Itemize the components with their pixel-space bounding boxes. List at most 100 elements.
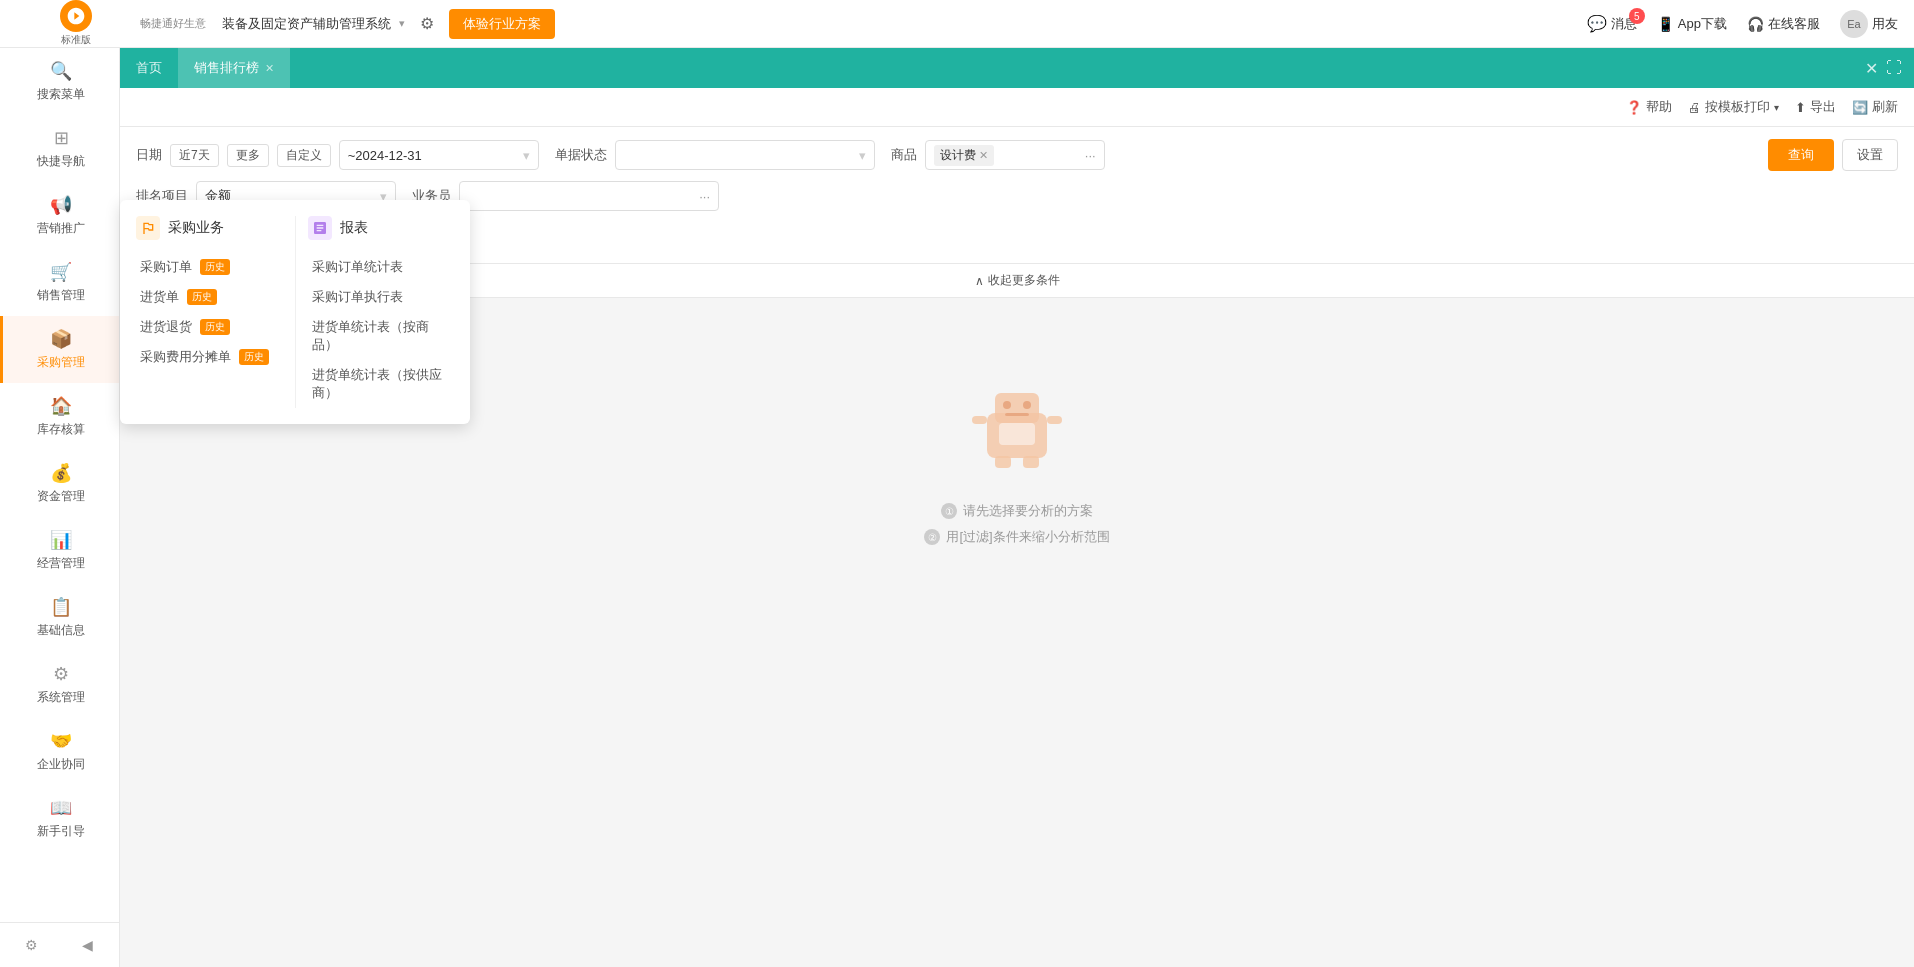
- sidebar-label-basic-info: 基础信息: [37, 622, 85, 639]
- operation-icon: 📊: [50, 529, 72, 551]
- svg-rect-6: [1047, 416, 1062, 424]
- report-section-icon: [308, 216, 332, 240]
- sales-icon: 🛒: [50, 261, 72, 283]
- goods-tag-close[interactable]: ✕: [979, 149, 988, 162]
- sidebar-item-quick-nav[interactable]: ⊞ 快捷导航: [0, 115, 119, 182]
- empty-hint-2: ② 用[过滤]条件来缩小分析范围: [924, 528, 1109, 546]
- action-buttons: 查询 设置: [1768, 139, 1898, 171]
- menu-item-purchase-order[interactable]: 采购订单 历史: [136, 252, 283, 282]
- date-input[interactable]: ~2024-12-31 ▾: [339, 140, 539, 170]
- tab-bar: 首页 销售排行榜 ✕ ✕ ⛶: [120, 48, 1914, 88]
- enterprise-icon: 🤝: [50, 730, 72, 752]
- svg-rect-7: [995, 456, 1011, 468]
- svg-rect-1: [995, 393, 1039, 423]
- purchase-dropdown-menu: 采购业务 采购订单 历史 进货单 历史 进货退货 历史 采购费用分摊单 历史: [120, 200, 470, 424]
- empty-illustration: [957, 378, 1077, 478]
- sidebar-item-inventory[interactable]: 🏠 库存核算: [0, 383, 119, 450]
- sidebar-collapse-btn[interactable]: ◀: [64, 931, 112, 959]
- menu-item-purchase-order-stat[interactable]: 采购订单统计表: [308, 252, 455, 282]
- menu-item-stock-in-stat-supplier[interactable]: 进货单统计表（按供应商）: [308, 360, 455, 408]
- message-action[interactable]: 💬 消息 5: [1587, 14, 1637, 33]
- title-dropdown[interactable]: ▾: [399, 17, 405, 30]
- tab-close-icon[interactable]: ✕: [265, 62, 274, 75]
- sidebar-item-system[interactable]: ⚙ 系统管理: [0, 651, 119, 718]
- system-settings-icon[interactable]: ⚙: [413, 10, 441, 38]
- sidebar-item-search[interactable]: 🔍 搜索菜单: [0, 48, 119, 115]
- export-action[interactable]: ⬆ 导出: [1795, 98, 1836, 116]
- sidebar-item-newbie[interactable]: 📖 新手引导: [0, 785, 119, 852]
- help-icon: ❓: [1626, 100, 1642, 115]
- purchase-expense-history-tag: 历史: [239, 349, 269, 365]
- print-label: 按模板打印: [1705, 98, 1770, 116]
- refresh-action[interactable]: 🔄 刷新: [1852, 98, 1898, 116]
- sidebar-item-operation[interactable]: 📊 经营管理: [0, 517, 119, 584]
- avatar: Ea: [1840, 10, 1868, 38]
- export-label: 导出: [1810, 98, 1836, 116]
- help-action[interactable]: ❓ 帮助: [1626, 98, 1672, 116]
- menu-item-stock-return[interactable]: 进货退货 历史: [136, 312, 283, 342]
- menu-item-purchase-order-exec[interactable]: 采购订单执行表: [308, 282, 455, 312]
- sidebar-label-capital: 资金管理: [37, 488, 85, 505]
- salesperson-input[interactable]: ···: [459, 181, 719, 211]
- tab-expand-icon[interactable]: ⛶: [1886, 59, 1902, 77]
- goods-tag: 设计费 ✕: [934, 145, 994, 166]
- basic-info-icon: 📋: [50, 596, 72, 618]
- logo-icon: [60, 0, 92, 32]
- sidebar-item-basic-info[interactable]: 📋 基础信息: [0, 584, 119, 651]
- online-service-action[interactable]: 🎧 在线客服: [1747, 15, 1820, 33]
- system-title: 装备及固定资产辅助管理系统: [222, 15, 391, 33]
- report-section-label: 报表: [340, 219, 368, 237]
- capital-icon: 💰: [50, 462, 72, 484]
- sidebar-item-marketing[interactable]: 📢 营销推广: [0, 182, 119, 249]
- page-toolbar: ❓ 帮助 🖨 按模板打印 ▾ ⬆ 导出 🔄 刷新: [120, 88, 1914, 127]
- query-button[interactable]: 查询: [1768, 139, 1834, 171]
- empty-num-1: ①: [941, 503, 957, 519]
- sidebar-settings-btn[interactable]: ⚙: [8, 931, 56, 959]
- doc-status-input[interactable]: ▾: [615, 140, 875, 170]
- online-service-label: 在线客服: [1768, 15, 1820, 33]
- sidebar-item-sales[interactable]: 🛒 销售管理: [0, 249, 119, 316]
- menu-item-purchase-expense[interactable]: 采购费用分摊单 历史: [136, 342, 283, 372]
- app-download-label: App下载: [1678, 15, 1727, 33]
- tab-sales-rank[interactable]: 销售排行榜 ✕: [178, 48, 290, 88]
- menu-item-stock-in-stat-goods-label: 进货单统计表（按商品）: [312, 318, 451, 354]
- time-more-btn[interactable]: 更多: [227, 144, 269, 167]
- sidebar-label-system: 系统管理: [37, 689, 85, 706]
- goods-dots[interactable]: ···: [1085, 148, 1096, 163]
- filter-date: 日期 近7天 更多 自定义 ~2024-12-31 ▾: [136, 140, 539, 170]
- salesperson-dots[interactable]: ···: [699, 189, 710, 204]
- user-action[interactable]: Ea 用友: [1840, 10, 1898, 38]
- message-badge: 5: [1629, 8, 1645, 24]
- empty-text-1: 请先选择要分析的方案: [963, 502, 1093, 520]
- setting-button[interactable]: 设置: [1842, 139, 1898, 171]
- menu-item-stock-in-stat-goods[interactable]: 进货单统计表（按商品）: [308, 312, 455, 360]
- goods-input[interactable]: 设计费 ✕ ···: [925, 140, 1105, 170]
- time-custom-btn[interactable]: 自定义: [277, 144, 331, 167]
- tab-close-window-icon[interactable]: ✕: [1865, 59, 1878, 78]
- print-action[interactable]: 🖨 按模板打印 ▾: [1688, 98, 1779, 116]
- sidebar-item-purchase[interactable]: 📦 采购管理: [0, 316, 119, 383]
- filter-goods: 商品 设计费 ✕ ···: [891, 140, 1105, 170]
- search-icon: 🔍: [50, 60, 72, 82]
- sidebar-item-capital[interactable]: 💰 资金管理: [0, 450, 119, 517]
- collapse-label: 收起更多条件: [988, 272, 1060, 289]
- menu-item-stock-return-label: 进货退货: [140, 318, 192, 336]
- sidebar-label-newbie: 新手引导: [37, 823, 85, 840]
- print-dropdown-icon[interactable]: ▾: [1774, 102, 1779, 113]
- tab-home[interactable]: 首页: [120, 48, 178, 88]
- purchase-section-title: 采购业务: [136, 216, 283, 240]
- refresh-icon: 🔄: [1852, 100, 1868, 115]
- doc-status-dropdown-icon: ▾: [859, 148, 866, 163]
- menu-item-stock-in[interactable]: 进货单 历史: [136, 282, 283, 312]
- industry-btn[interactable]: 体验行业方案: [449, 9, 555, 39]
- collapse-chevron-icon: ∧: [975, 274, 984, 288]
- sidebar-item-enterprise[interactable]: 🤝 企业协同: [0, 718, 119, 785]
- time-quick-select: 近7天 更多 自定义: [170, 144, 331, 167]
- help-label: 帮助: [1646, 98, 1672, 116]
- time-7days-btn[interactable]: 近7天: [170, 144, 219, 167]
- menu-item-purchase-order-exec-label: 采购订单执行表: [312, 288, 403, 306]
- filter-doc-status: 单据状态 ▾: [555, 140, 875, 170]
- tab-bar-right: ✕ ⛶: [1853, 59, 1914, 78]
- empty-num-2: ②: [924, 529, 940, 545]
- app-download-action[interactable]: 📱 App下载: [1657, 15, 1727, 33]
